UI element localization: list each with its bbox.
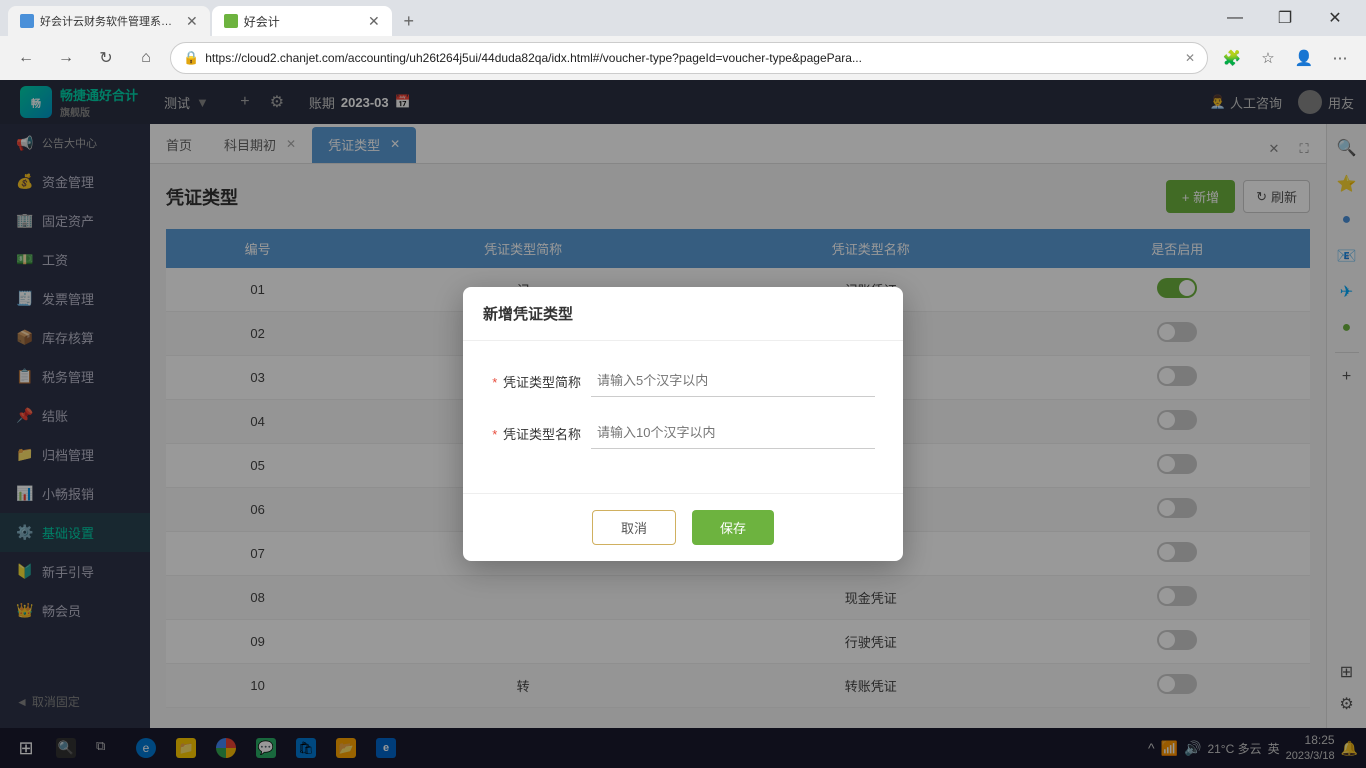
- browser-tab-1[interactable]: 好会计云财务软件管理系统_会计 ✕: [8, 6, 210, 36]
- forward-button[interactable]: →: [50, 42, 82, 74]
- favorites-icon[interactable]: ☆: [1252, 42, 1284, 74]
- new-voucher-modal: 新增凭证类型 * 凭证类型简称 * 凭证类型名称: [463, 287, 903, 561]
- browser-tab-2[interactable]: 好会计 ✕: [212, 6, 392, 36]
- form-row-name: * 凭证类型名称: [491, 417, 875, 449]
- browser-titlebar: 好会计云财务软件管理系统_会计 ✕ 好会计 ✕ + — ❐ ✕: [0, 0, 1366, 36]
- profile-icon[interactable]: 👤: [1288, 42, 1320, 74]
- browser-tabs: 好会计云财务软件管理系统_会计 ✕ 好会计 ✕ +: [8, 0, 424, 36]
- form-label-abbr: * 凭证类型简称: [491, 372, 591, 391]
- required-star-name: *: [492, 427, 497, 442]
- modal-title: 新增凭证类型: [483, 306, 573, 323]
- save-button[interactable]: 保存: [692, 510, 774, 545]
- required-star-abbr: *: [492, 375, 497, 390]
- security-icon: 🔒: [183, 50, 199, 66]
- tab-label-2: 好会计: [244, 13, 280, 30]
- window-controls: — ❐ ✕: [1212, 4, 1358, 32]
- url-display: https://cloud2.chanjet.com/accounting/uh…: [205, 51, 1179, 65]
- minimize-button[interactable]: —: [1212, 4, 1258, 32]
- new-tab-button[interactable]: +: [394, 6, 424, 36]
- close-button[interactable]: ✕: [1312, 4, 1358, 32]
- cancel-button[interactable]: 取消: [592, 510, 676, 545]
- toolbar-icons: 🧩 ☆ 👤 ⋯: [1216, 42, 1356, 74]
- abbr-input[interactable]: [591, 365, 875, 397]
- home-button[interactable]: ⌂: [130, 42, 162, 74]
- reload-icon-inline: ✕: [1185, 51, 1195, 65]
- name-input[interactable]: [591, 417, 875, 449]
- tab-label-1: 好会计云财务软件管理系统_会计: [40, 13, 180, 29]
- extensions-icon[interactable]: 🧩: [1216, 42, 1248, 74]
- tab-favicon-2: [224, 14, 238, 28]
- tab-close-1[interactable]: ✕: [186, 13, 198, 30]
- tab-favicon-1: [20, 14, 34, 28]
- form-row-abbr: * 凭证类型简称: [491, 365, 875, 397]
- back-button[interactable]: ←: [10, 42, 42, 74]
- modal-body: * 凭证类型简称 * 凭证类型名称: [463, 341, 903, 493]
- browser-addressbar: ← → ↻ ⌂ 🔒 https://cloud2.chanjet.com/acc…: [0, 36, 1366, 80]
- address-bar[interactable]: 🔒 https://cloud2.chanjet.com/accounting/…: [170, 42, 1208, 74]
- menu-icon[interactable]: ⋯: [1324, 42, 1356, 74]
- form-label-name: * 凭证类型名称: [491, 424, 591, 443]
- maximize-button[interactable]: ❐: [1262, 4, 1308, 32]
- tab-close-2[interactable]: ✕: [368, 13, 380, 30]
- modal-overlay: 新增凭证类型 * 凭证类型简称 * 凭证类型名称: [0, 80, 1366, 768]
- modal-header: 新增凭证类型: [463, 287, 903, 341]
- modal-footer: 取消 保存: [463, 493, 903, 561]
- reload-button[interactable]: ↻: [90, 42, 122, 74]
